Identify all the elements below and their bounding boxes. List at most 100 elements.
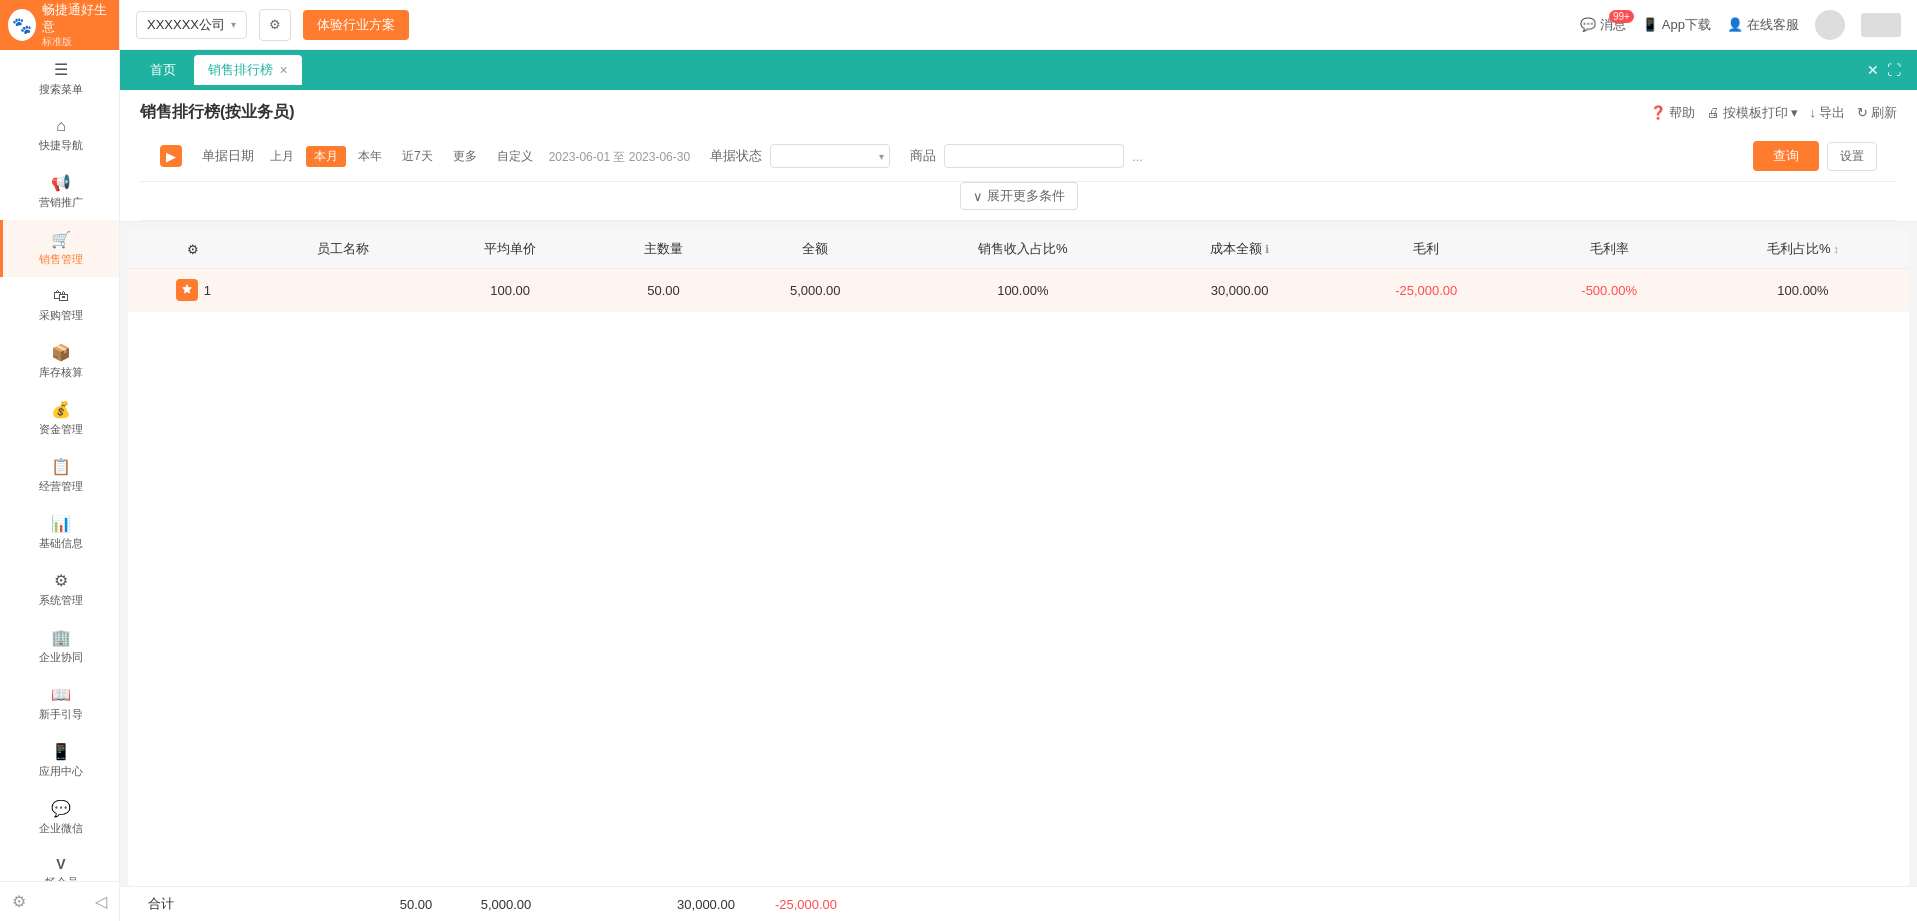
sidebar-item-finance[interactable]: 💰 资金管理: [0, 390, 119, 447]
export-icon: ↓: [1810, 105, 1817, 120]
table-header-row: ⚙ 员工名称 平均单价 主数量 全额 销售收入占比% 成本全额 ℹ 毛利 毛利率: [128, 230, 1909, 269]
sidebar-item-new-guide[interactable]: 📖 新手引导: [0, 675, 119, 732]
message-button[interactable]: 💬 消息 99+: [1580, 16, 1626, 34]
sidebar-settings-icon[interactable]: ⚙: [12, 892, 26, 911]
cell-cost-amount: 30,000.00: [1148, 269, 1331, 312]
tab-bar: 首页 销售排行榜 ✕ ✕ ⛶: [120, 50, 1917, 90]
header-settings-button[interactable]: ⚙: [259, 9, 291, 41]
top-header: XXXXXX公司 ▾ ⚙ 体验行业方案 💬 消息 99+ 📱 App下载 👤 在…: [120, 0, 1917, 50]
sidebar-label-enterprise-collab: 企业协同: [39, 650, 83, 665]
page-title-row: 销售排行榜(按业务员) ❓ 帮助 🖨 按模板打印 ▾ ↓ 导出: [140, 102, 1897, 123]
col-gross-profit: 毛利: [1331, 230, 1521, 269]
sidebar-bottom: ⚙ ◁: [0, 881, 119, 921]
filter-more-dots[interactable]: ...: [1132, 149, 1143, 164]
print-icon: 🖨: [1707, 105, 1720, 120]
sidebar-logo: 🐾 畅捷通好生意 标准版: [0, 0, 119, 50]
gross-pct-info-icon[interactable]: ↕: [1834, 243, 1840, 255]
footer-label: 合计: [136, 895, 216, 913]
print-chevron-icon: ▾: [1791, 105, 1798, 120]
expand-conditions-button[interactable]: ∨ 展开更多条件: [960, 182, 1078, 210]
cell-sales-pct: 100.00%: [898, 269, 1149, 312]
sidebar-item-marketing[interactable]: 📢 营销推广: [0, 163, 119, 220]
tab-close-all-icon[interactable]: ✕: [1867, 62, 1879, 78]
col-sales-pct: 销售收入占比%: [898, 230, 1149, 269]
table-footer: 合计 50.00 5,000.00 30,000.00 -25,000.00: [120, 886, 1917, 921]
company-selector[interactable]: XXXXXX公司 ▾: [136, 11, 247, 39]
refresh-icon: ↻: [1857, 105, 1868, 120]
goods-filter-group: 商品 ...: [910, 144, 1143, 168]
status-select[interactable]: [770, 144, 890, 168]
sidebar-collapse-icon[interactable]: ◁: [95, 892, 107, 911]
date-tab-last-month[interactable]: 上月: [262, 146, 302, 167]
filter-toggle-button[interactable]: ▶: [160, 145, 182, 167]
status-filter-label: 单据状态: [710, 147, 762, 165]
enterprise-icon: 🏢: [51, 628, 71, 647]
sidebar-label-quick-nav: 快捷导航: [39, 138, 83, 153]
page-title: 销售排行榜(按业务员): [140, 102, 295, 123]
sidebar-label-app-center: 应用中心: [39, 764, 83, 779]
cost-amount-info-icon[interactable]: ℹ: [1265, 243, 1269, 256]
message-badge: 99+: [1609, 10, 1634, 23]
user-name-display: [1861, 13, 1901, 37]
rank-icon: [176, 279, 198, 301]
sidebar-item-app-center[interactable]: 📱 应用中心: [0, 732, 119, 789]
col-gross-pct: 毛利占比% ↕: [1697, 230, 1909, 269]
print-button[interactable]: 🖨 按模板打印 ▾: [1707, 104, 1798, 122]
table-wrapper: ⚙ 员工名称 平均单价 主数量 全额 销售收入占比% 成本全额 ℹ 毛利 毛利率: [128, 230, 1909, 886]
tab-close-icon[interactable]: ✕: [279, 64, 288, 77]
operations-icon: 📋: [51, 457, 71, 476]
sidebar-label-basic-info: 基础信息: [39, 536, 83, 551]
date-tabs: 上月 本月 本年 近7天 更多 自定义: [262, 146, 541, 167]
logo-text: 畅捷通好生意 标准版: [42, 2, 111, 49]
company-name: XXXXXX公司: [147, 16, 225, 34]
sidebar-item-sales[interactable]: 🛒 销售管理: [0, 220, 119, 277]
refresh-button[interactable]: ↻ 刷新: [1857, 104, 1897, 122]
filter-actions: 查询 设置: [1753, 141, 1877, 171]
query-button[interactable]: 查询: [1753, 141, 1819, 171]
filter-settings-button[interactable]: 设置: [1827, 142, 1877, 171]
sidebar-item-basic-info[interactable]: 📊 基础信息: [0, 504, 119, 561]
trial-button[interactable]: 体验行业方案: [303, 10, 409, 40]
sidebar-item-enterprise-collab[interactable]: 🏢 企业协同: [0, 618, 119, 675]
date-tab-7days[interactable]: 近7天: [394, 146, 441, 167]
main-area: XXXXXX公司 ▾ ⚙ 体验行业方案 💬 消息 99+ 📱 App下载 👤 在…: [120, 0, 1917, 921]
sidebar-item-quick-nav[interactable]: ⌂ 快捷导航: [0, 107, 119, 163]
cell-gross-rate: -500.00%: [1521, 269, 1697, 312]
cell-rank: 1: [128, 269, 259, 312]
sidebar-item-enterprise-wechat[interactable]: 💬 企业微信: [0, 789, 119, 846]
tab-home[interactable]: 首页: [136, 55, 190, 85]
date-tab-current-month[interactable]: 本月: [306, 146, 346, 167]
cell-avg-price: 100.00: [426, 269, 594, 312]
sidebar-item-search[interactable]: ☰ 搜索菜单: [0, 50, 119, 107]
gear-icon: ⚙: [269, 17, 281, 32]
goods-input[interactable]: [944, 144, 1124, 168]
tab-restore-icon[interactable]: ⛶: [1887, 62, 1901, 78]
basic-info-icon: 📊: [51, 514, 71, 533]
col-gross-rate: 毛利率: [1521, 230, 1697, 269]
sidebar-item-system[interactable]: ⚙ 系统管理: [0, 561, 119, 618]
online-service-label: 在线客服: [1747, 16, 1799, 34]
footer-gross-profit: -25,000.00: [756, 897, 856, 912]
sidebar-label-purchase: 采购管理: [39, 308, 83, 323]
content-area: 销售排行榜(按业务员) ❓ 帮助 🖨 按模板打印 ▾ ↓ 导出: [120, 90, 1917, 921]
sidebar-item-vip[interactable]: V 畅会员: [0, 846, 119, 881]
help-button[interactable]: ❓ 帮助: [1650, 104, 1695, 122]
footer-main-qty: 50.00: [376, 897, 456, 912]
sidebar-item-inventory[interactable]: 📦 库存核算: [0, 333, 119, 390]
page-actions: ❓ 帮助 🖨 按模板打印 ▾ ↓ 导出 ↻ 刷新: [1650, 104, 1898, 122]
finance-icon: 💰: [51, 400, 71, 419]
sidebar-item-operations[interactable]: 📋 经营管理: [0, 447, 119, 504]
user-avatar[interactable]: [1815, 10, 1845, 40]
help-icon: ❓: [1650, 105, 1666, 120]
sidebar-item-purchase[interactable]: 🛍 采购管理: [0, 277, 119, 333]
date-tab-custom[interactable]: 自定义: [489, 146, 541, 167]
tab-sales-rank[interactable]: 销售排行榜 ✕: [194, 55, 302, 85]
app-download-button[interactable]: 📱 App下载: [1642, 16, 1711, 34]
date-tab-current-year[interactable]: 本年: [350, 146, 390, 167]
export-button[interactable]: ↓ 导出: [1810, 104, 1846, 122]
date-tab-more[interactable]: 更多: [445, 146, 485, 167]
online-service-button[interactable]: 👤 在线客服: [1727, 16, 1799, 34]
col-settings[interactable]: ⚙: [128, 230, 259, 269]
filter-expand-row: ∨ 展开更多条件: [140, 182, 1897, 221]
service-icon: 👤: [1727, 17, 1743, 32]
